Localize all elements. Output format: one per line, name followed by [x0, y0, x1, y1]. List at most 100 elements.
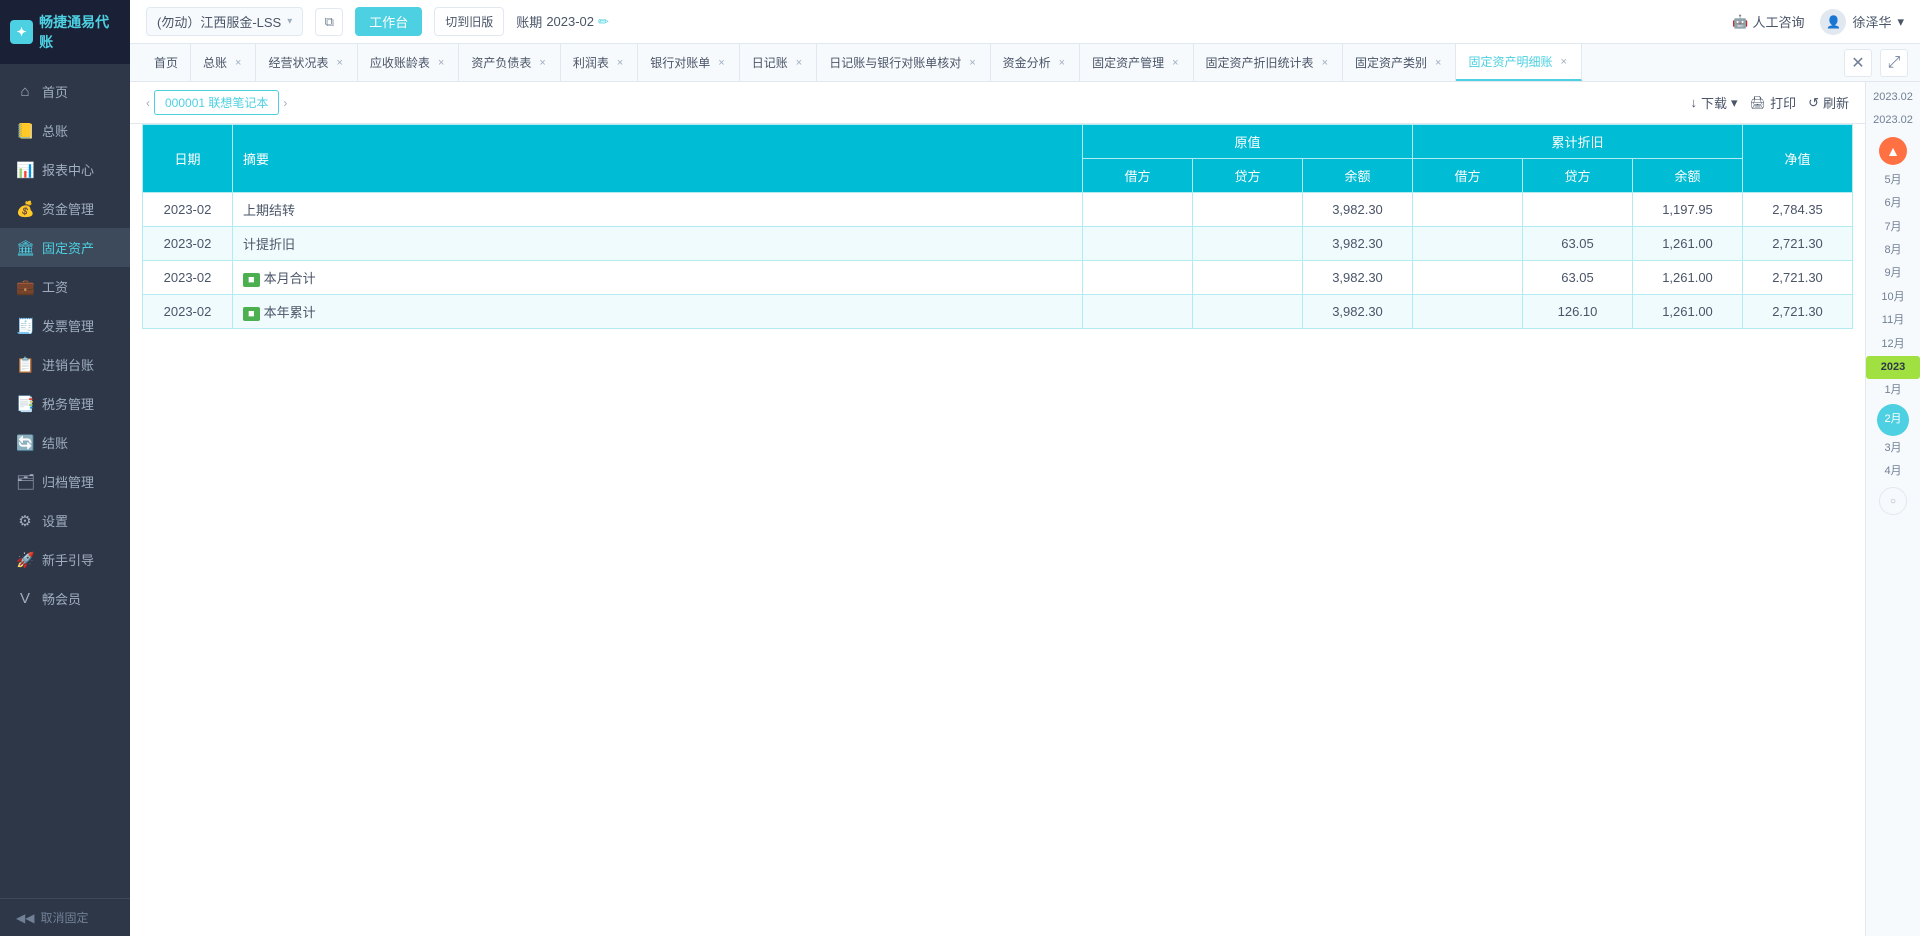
sidebar-item-home[interactable]: ⌂ 首页 — [0, 72, 130, 111]
tab-fixed-detail-close[interactable]: × — [1558, 55, 1568, 69]
month-10[interactable]: 10月 — [1866, 286, 1920, 309]
user-menu[interactable]: 👤 徐泽华 ▾ — [1820, 9, 1904, 35]
refresh-button[interactable]: ↺ 刷新 — [1808, 93, 1849, 112]
ai-consult-button[interactable]: 🤖 人工咨询 — [1732, 12, 1804, 31]
unpin-sidebar-button[interactable]: ◀◀ 取消固定 — [0, 898, 130, 936]
tab-fixed-depr[interactable]: 固定资产折旧统计表 × — [1194, 44, 1343, 81]
sidebar-item-tax[interactable]: 📑 税务管理 — [0, 384, 130, 423]
tab-capital-close[interactable]: × — [1057, 56, 1067, 70]
workbench-button[interactable]: 工作台 — [355, 7, 422, 36]
sidebar-item-archive[interactable]: 🗂 归档管理 — [0, 462, 130, 501]
month-1[interactable]: 1月 — [1866, 379, 1920, 402]
tab-status-close[interactable]: × — [334, 56, 344, 70]
month-11[interactable]: 11月 — [1866, 309, 1920, 332]
tab-journal[interactable]: 日记账 × — [740, 44, 817, 81]
tab-balance-close[interactable]: × — [537, 56, 547, 70]
subnav-prev-button[interactable]: ‹ — [146, 96, 150, 110]
year-2023-badge[interactable]: 2023 — [1866, 356, 1920, 379]
right-panel-timeline: 2023.02 2023.02 ▲ 5月 6月 7月 8月 9月 10月 11月… — [1865, 82, 1920, 936]
period-top-label2[interactable]: 2023.02 — [1866, 109, 1920, 132]
tab-journal-label: 日记账 — [752, 54, 788, 71]
tab-fixed-mgmt[interactable]: 固定资产管理 × — [1080, 44, 1193, 81]
tab-ledger[interactable]: 总账 × — [191, 44, 256, 81]
cell-net-value: 2,721.30 — [1743, 295, 1853, 329]
month-3[interactable]: 3月 — [1866, 437, 1920, 460]
tab-bank[interactable]: 银行对账单 × — [638, 44, 739, 81]
sidebar-item-reports-label: 报表中心 — [42, 160, 94, 179]
sidebar-item-tax-label: 税务管理 — [42, 394, 94, 413]
tab-journal-bank-close[interactable]: × — [967, 56, 977, 70]
subnav-asset-item[interactable]: 000001 联想笔记本 — [154, 90, 279, 115]
cell-orig-debit — [1083, 295, 1193, 329]
month-7[interactable]: 7月 — [1866, 216, 1920, 239]
capital-icon: 💰 — [16, 200, 34, 218]
tab-home[interactable]: 首页 — [142, 44, 191, 81]
month-5[interactable]: 5月 — [1866, 169, 1920, 192]
month-6[interactable]: 6月 — [1866, 192, 1920, 215]
copy-button[interactable]: ⧉ — [315, 8, 343, 36]
scroll-down-circle[interactable]: ○ — [1879, 487, 1907, 515]
print-button[interactable]: 🖨 打印 — [1750, 93, 1797, 112]
month-8[interactable]: 8月 — [1866, 239, 1920, 262]
settings-icon: ⚙ — [16, 512, 34, 530]
tab-fixed-cat[interactable]: 固定资产类别 × — [1343, 44, 1456, 81]
sidebar-item-capital[interactable]: 💰 资金管理 — [0, 189, 130, 228]
sidebar-item-reports[interactable]: 📊 报表中心 — [0, 150, 130, 189]
tab-journal-close[interactable]: × — [794, 56, 804, 70]
month-4[interactable]: 4月 — [1866, 460, 1920, 483]
sidebar-item-settings[interactable]: ⚙ 设置 — [0, 501, 130, 540]
sidebar-item-salary[interactable]: 💼 工资 — [0, 267, 130, 306]
tab-profit[interactable]: 利润表 × — [561, 44, 638, 81]
month-9[interactable]: 9月 — [1866, 262, 1920, 285]
month-2-active[interactable]: 2月 — [1877, 404, 1909, 436]
month-12[interactable]: 12月 — [1866, 333, 1920, 356]
tab-balance-label: 资产负债表 — [471, 54, 531, 71]
sidebar-item-invoice[interactable]: 🧾 发票管理 — [0, 306, 130, 345]
print-icon: 🖨 — [1750, 95, 1767, 111]
tab-fixed-detail[interactable]: 固定资产明细账 × — [1456, 44, 1581, 81]
tab-profit-close[interactable]: × — [615, 56, 625, 70]
scroll-up-button[interactable]: ▲ — [1879, 137, 1907, 165]
close-all-tabs-button[interactable]: ✕ — [1844, 49, 1872, 77]
tab-receivable-close[interactable]: × — [436, 56, 446, 70]
col-depr-credit-header: 贷方 — [1523, 159, 1633, 193]
sidebar-item-sales-label: 进销台账 — [42, 355, 94, 374]
tab-fixed-depr-close[interactable]: × — [1320, 56, 1330, 70]
tab-home-label: 首页 — [154, 54, 178, 71]
tab-fixed-mgmt-label: 固定资产管理 — [1092, 54, 1164, 71]
tab-capital-analysis[interactable]: 资金分析 × — [991, 44, 1080, 81]
company-selector[interactable]: (勿动）江西服金-LSS ▾ — [146, 7, 303, 36]
old-version-button[interactable]: 切到旧版 — [434, 7, 504, 36]
tab-bank-close[interactable]: × — [716, 56, 726, 70]
salary-icon: 💼 — [16, 278, 34, 296]
cell-orig-balance: 3,982.30 — [1303, 295, 1413, 329]
period-selector[interactable]: 账期 2023-02 ✏ — [516, 12, 609, 31]
tab-fixed-cat-close[interactable]: × — [1433, 56, 1443, 70]
sidebar-item-sales[interactable]: 📋 进销台账 — [0, 345, 130, 384]
sidebar-item-guide[interactable]: 🚀 新手引导 — [0, 540, 130, 579]
tab-status[interactable]: 经营状况表 × — [256, 44, 357, 81]
tab-ledger-close[interactable]: × — [233, 56, 243, 70]
unpin-icon: ◀◀ — [16, 911, 34, 925]
sidebar-item-settings-label: 设置 — [42, 511, 68, 530]
sidebar-item-fixed-assets[interactable]: 🏛 固定资产 — [0, 228, 130, 267]
tab-fixed-detail-label: 固定资产明细账 — [1468, 53, 1552, 70]
logo-text: 畅捷通易代账 — [39, 12, 120, 52]
tab-journal-bank[interactable]: 日记账与银行对账单核对 × — [817, 44, 990, 81]
sidebar-item-ledger[interactable]: 📒 总账 — [0, 111, 130, 150]
subnav-asset-label: 000001 联想笔记本 — [165, 96, 268, 110]
sidebar-item-settlement[interactable]: 🔄 结账 — [0, 423, 130, 462]
period-edit-icon[interactable]: ✏ — [598, 14, 609, 30]
tab-fixed-mgmt-close[interactable]: × — [1170, 56, 1180, 70]
sidebar-item-member[interactable]: V 畅会员 — [0, 579, 130, 618]
period-top-label[interactable]: 2023.02 — [1866, 86, 1920, 109]
app-logo: ✦ 畅捷通易代账 — [0, 0, 130, 64]
subnav-next-button[interactable]: › — [283, 96, 287, 110]
logo-icon: ✦ — [10, 20, 33, 44]
maximize-button[interactable]: ⤢ — [1880, 49, 1908, 77]
settlement-icon: 🔄 — [16, 434, 34, 452]
tab-receivable[interactable]: 应收账龄表 × — [358, 44, 459, 81]
tab-balance[interactable]: 资产负债表 × — [459, 44, 560, 81]
download-button[interactable]: ↓ 下载 ▾ — [1691, 93, 1738, 112]
tab-fixed-cat-label: 固定资产类别 — [1355, 54, 1427, 71]
